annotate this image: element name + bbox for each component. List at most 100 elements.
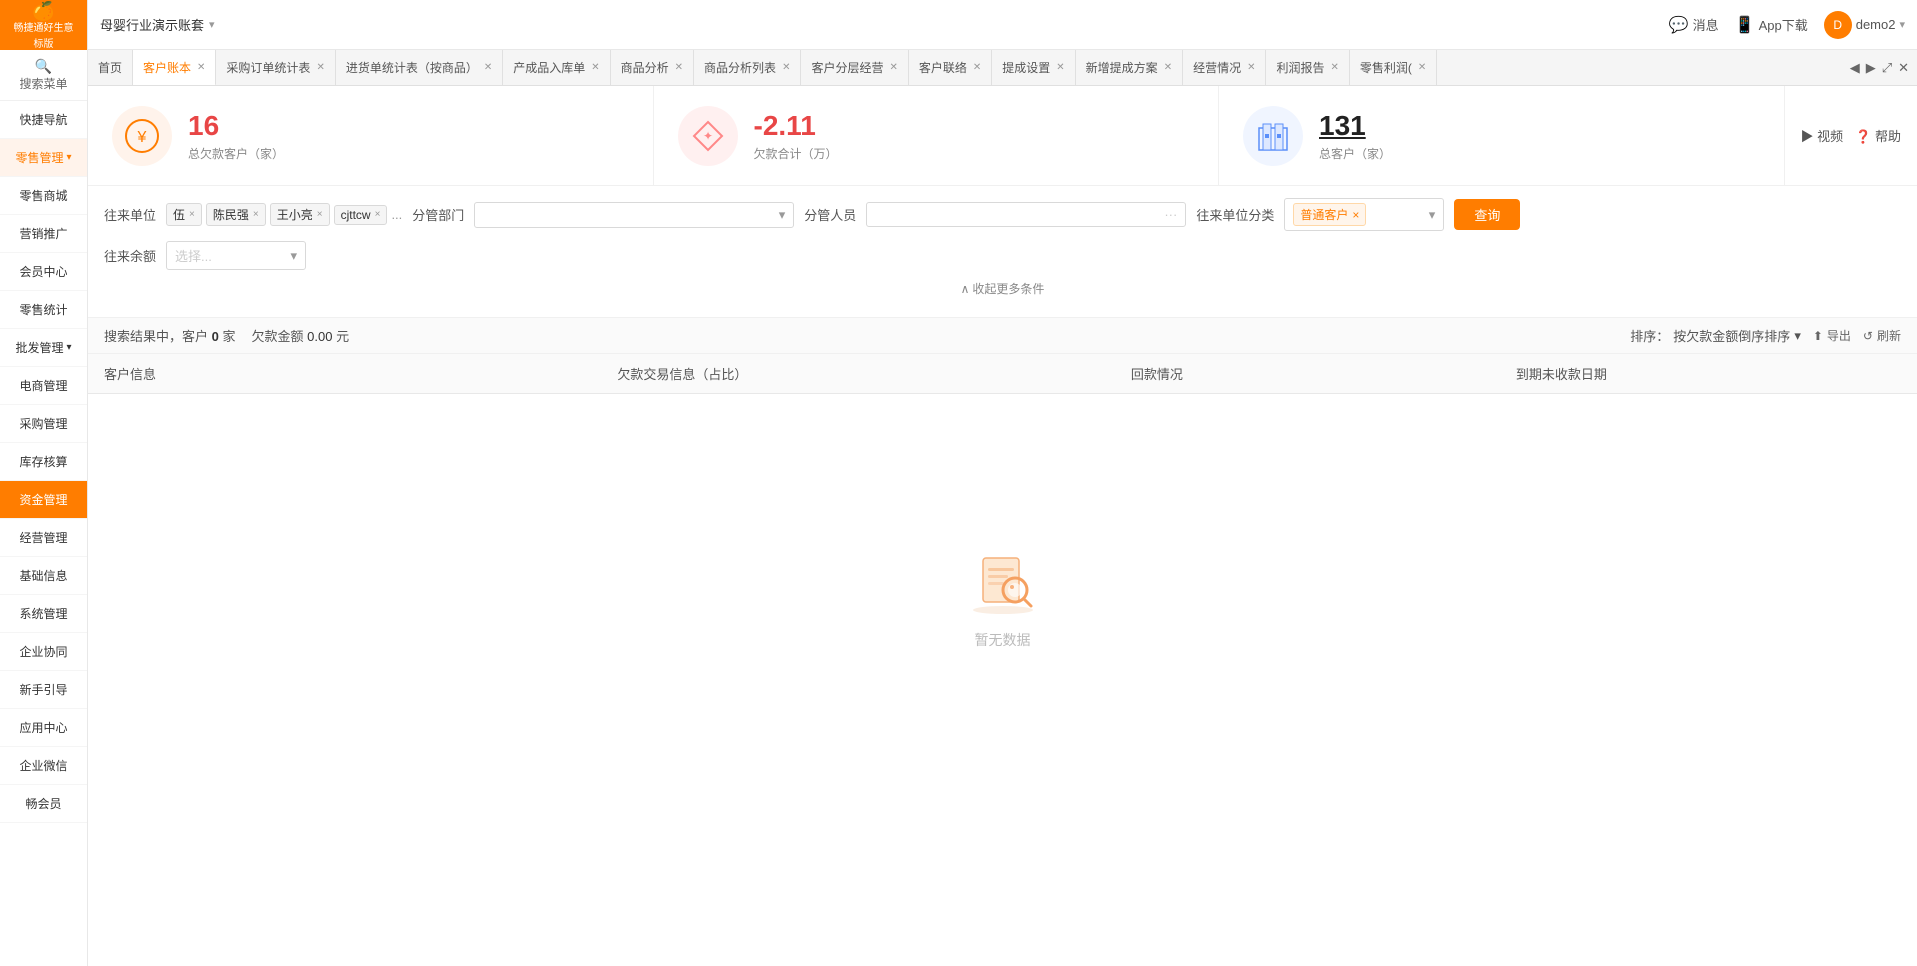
sidebar-item-purchase[interactable]: 采购管理 [0,405,87,443]
tab-close-icon[interactable]: ✕ [1164,62,1172,73]
tab-goods-stat[interactable]: 进货单统计表（按商品） ✕ [336,50,503,86]
industry-selector[interactable]: 母婴行业演示账套 ▾ [100,15,215,34]
main-area: 母婴行业演示账套 ▾ 💬 消息 📱 App下载 D demo2 ▾ 首页 [88,0,1917,966]
tab-close-icon[interactable]: ✕ [675,62,683,73]
sidebar-item-inventory[interactable]: 库存核算 [0,443,87,481]
sidebar-item-batch[interactable]: 批发管理 ▾ [0,329,87,367]
tab-prev-icon[interactable]: ◀ [1850,60,1860,76]
building-icon [1243,106,1303,166]
tab-next-icon[interactable]: ▶ [1866,60,1876,76]
tab-expand-icon[interactable]: ⤢ [1882,60,1892,76]
stat-info-amount: -2.11 欠款合计（万） [754,109,1195,162]
sidebar-item-ecommerce[interactable]: 电商管理 [0,367,87,405]
tab-purchase-order[interactable]: 采购订单统计表 ✕ [216,50,335,86]
tab-close-icon[interactable]: ✕ [1056,62,1064,73]
sidebar-item-operation-mgmt[interactable]: 经营管理 [0,519,87,557]
tab-retail-profit[interactable]: 零售利润( ✕ [1350,50,1437,86]
sort-select[interactable]: 排序： 按欠款金额倒序排序 ▾ [1630,326,1801,345]
tab-close-icon[interactable]: ✕ [484,62,492,73]
tab-close-icon[interactable]: ✕ [1331,62,1339,73]
tag-close-icon[interactable]: × [1352,208,1359,222]
overdue-value: 0.00 [307,329,332,344]
sidebar-item-label: 应用中心 [6,719,81,736]
sidebar-item-label: 畅会员 [6,795,81,812]
stat-value-customers: 16 [188,109,629,143]
sidebar-item-member[interactable]: 会员中心 [0,253,87,291]
query-button[interactable]: 查询 [1454,199,1520,230]
tab-operation[interactable]: 经营情况 ✕ [1183,50,1266,86]
tab-new-raise[interactable]: 新增提成方案 ✕ [1076,50,1183,86]
tab-cost-in[interactable]: 产成品入库单 ✕ [503,50,610,86]
header-left: 母婴行业演示账套 ▾ [100,15,215,34]
collapse-btn[interactable]: ∧ 收起更多条件 [961,280,1045,297]
tab-profit-report[interactable]: 利润报告 ✕ [1266,50,1349,86]
tab-close-icon[interactable]: ✕ [782,62,790,73]
chevron-down-icon: ▾ [66,152,71,163]
tab-bar-actions: ◀ ▶ ⤢ ✕ [1842,60,1917,76]
balance-select[interactable]: 选择... ▾ [166,241,306,270]
unit-class-select[interactable]: 普通客户 × ▾ [1284,198,1444,231]
sidebar-item-retail-shop[interactable]: 零售商城 [0,177,87,215]
person-select[interactable]: ··· [866,202,1186,227]
tab-close-icon[interactable]: ✕ [591,62,599,73]
stat-total-customers: 131 总客户（家） [1219,86,1785,185]
tag-close-icon[interactable]: × [317,209,323,220]
tab-close-icon[interactable]: ✕ [316,62,324,73]
sidebar-item-label: 快捷导航 [6,111,81,128]
user-menu[interactable]: D demo2 ▾ [1824,11,1905,39]
sidebar-item-search[interactable]: 🔍 搜索菜单 [0,50,87,101]
sidebar-item-finance[interactable]: 资金管理 [0,481,87,519]
dept-label: 分管部门 [412,205,464,224]
sidebar-item-retail-stat[interactable]: 零售统计 [0,291,87,329]
tab-close-icon[interactable]: ✕ [197,62,205,73]
tag-close-icon[interactable]: × [375,209,381,220]
sidebar-item-system[interactable]: 系统管理 [0,595,87,633]
table-header: 客户信息 欠款交易信息（占比） 回款情况 到期未收款日期 [88,354,1917,394]
tab-raise-setting[interactable]: 提成设置 ✕ [992,50,1075,86]
dept-select[interactable]: ▾ [474,202,794,228]
tab-close-icon[interactable]: ✕ [889,62,897,73]
sidebar-item-quick-nav[interactable]: 快捷导航 [0,101,87,139]
sidebar-item-label: 电商管理 [6,377,81,394]
tag-close-icon[interactable]: × [189,209,195,220]
chevron-down-icon: ▾ [290,248,297,264]
sidebar-item-member-vip[interactable]: 畅会员 [0,785,87,823]
tab-customer-layer[interactable]: 客户分层经营 ✕ [801,50,908,86]
sidebar-item-enterprise[interactable]: 企业协同 [0,633,87,671]
tab-customer-cost[interactable]: 客户账本 ✕ [133,50,216,86]
export-btn[interactable]: ⬆ 导出 [1813,327,1851,344]
tab-close-icon[interactable]: ✕ [973,62,981,73]
tag-close-icon[interactable]: × [253,209,259,220]
more-tags-btn[interactable]: ... [391,207,402,222]
balance-label: 往来余额 [104,246,156,265]
sort-value: 按欠款金额倒序排序 [1673,326,1790,345]
overdue-amount-text: 欠款金额 0.00 元 [252,326,350,345]
chevron-up-icon: ∧ [961,282,970,296]
sidebar-item-basic-info[interactable]: 基础信息 [0,557,87,595]
tab-close-icon[interactable]: ✕ [1247,62,1255,73]
refresh-btn[interactable]: ↺ 刷新 [1863,327,1901,344]
sidebar-item-label: 系统管理 [6,605,81,622]
sidebar-item-label: 企业协同 [6,643,81,660]
app-download-btn[interactable]: 📱 App下载 [1735,15,1808,35]
sidebar-item-marketing[interactable]: 营销推广 [0,215,87,253]
tab-customer-contact[interactable]: 客户联络 ✕ [909,50,992,86]
sidebar-item-label: 企业微信 [6,757,81,774]
sidebar-item-enterprise-wechat[interactable]: 企业微信 [0,747,87,785]
sidebar-item-app-center[interactable]: 应用中心 [0,709,87,747]
sidebar: 🍊 畅捷通好生意 标版 🔍 搜索菜单 快捷导航 零售管理 ▾ 零售商城 营销推广… [0,0,88,966]
help-btn[interactable]: ❓ 帮助 [1855,126,1901,145]
tab-goods-analysis-list[interactable]: 商品分析列表 ✕ [694,50,801,86]
stat-value-total: 131 [1319,109,1760,143]
tab-goods-analysis[interactable]: 商品分析 ✕ [611,50,694,86]
message-btn[interactable]: 💬 消息 [1669,15,1719,35]
video-btn[interactable]: ▶ 视频 [1801,126,1844,145]
tab-label: 首页 [98,59,122,76]
sidebar-item-retail[interactable]: 零售管理 ▾ [0,139,87,177]
tab-close-icon[interactable]: ✕ [1418,62,1426,73]
tab-label: 提成设置 [1002,59,1050,76]
tab-home[interactable]: 首页 [88,50,133,86]
sidebar-item-new-guide[interactable]: 新手引导 [0,671,87,709]
stat-label-customers: 总欠款客户（家） [188,145,629,162]
tab-close-all-icon[interactable]: ✕ [1898,60,1909,76]
